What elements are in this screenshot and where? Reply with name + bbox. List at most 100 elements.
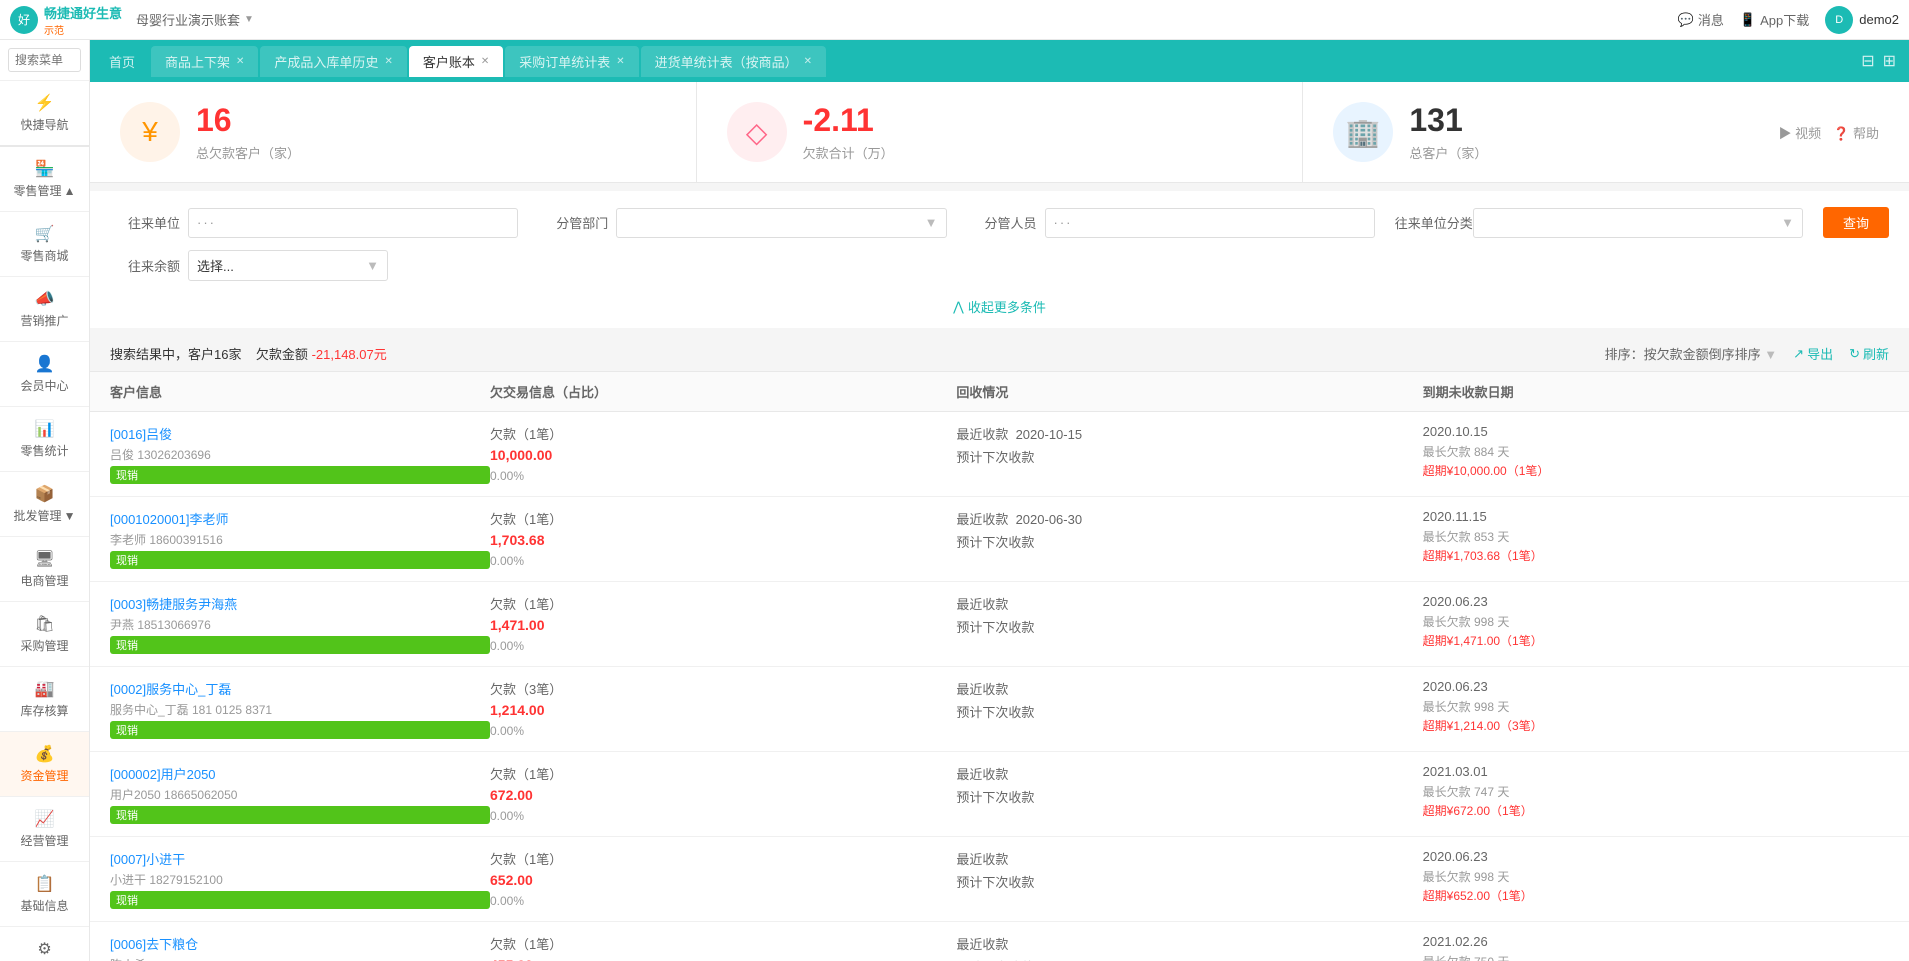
- customer-info-3: [0002]服务中心_丁磊 服务中心_丁磊 181 0125 8371 现销: [110, 679, 490, 739]
- collapse-row: ⋀ 收起更多条件: [110, 293, 1889, 320]
- sidebar-item-member[interactable]: 👤 会员中心: [0, 342, 89, 407]
- customer-name-link[interactable]: [0007]小进干: [110, 849, 490, 868]
- quick-nav-icon: ⚡: [35, 93, 55, 113]
- maximize-icon[interactable]: ⊞: [1883, 51, 1896, 71]
- table-row: [0006]去下粮仓 陈小希 现销 欠款（1笔） 455.90 0.00% 最近…: [90, 922, 1909, 961]
- sidebar-item-ops[interactable]: 📈 经营管理: [0, 797, 89, 862]
- debt-info-5: 欠款（1笔） 652.00 0.00%: [490, 849, 956, 908]
- sidebar-item-purchase[interactable]: 🛍 采购管理: [0, 602, 89, 667]
- data-table: 客户信息 欠交易信息（占比） 回收情况 到期未收款日期 [0016]吕俊 吕俊 …: [90, 372, 1909, 961]
- recover-info-2: 最近收款 预计下次收款: [956, 594, 1422, 636]
- customer-name-link[interactable]: [000002]用户2050: [110, 764, 490, 783]
- store-select[interactable]: 母婴行业演示账套 ▼: [136, 10, 254, 29]
- minimize-icon[interactable]: ⊟: [1861, 51, 1874, 71]
- table-row: [0002]服务中心_丁磊 服务中心_丁磊 181 0125 8371 现销 欠…: [90, 667, 1909, 752]
- tab-purchase-summary[interactable]: 采购订单统计表 ✕: [505, 46, 638, 77]
- debt-info-2: 欠款（1笔） 1,471.00 0.00%: [490, 594, 956, 653]
- table-row: [0016]吕俊 吕俊 13026203696 现销 欠款（1笔） 10,000…: [90, 412, 1909, 497]
- logo-area: 好 畅捷通好生意 示范 母婴行业演示账套 ▼: [10, 3, 254, 37]
- sort-dropdown[interactable]: ▼: [1764, 347, 1777, 362]
- recover-info-0: 最近收款 2020-10-15 预计下次收款: [956, 424, 1422, 466]
- stat-icon-debt-total: ◇: [727, 102, 787, 162]
- due-date-info-3: 2020.06.23 最长欠款 998 天 超期¥1,214.00（3笔）: [1423, 679, 1889, 734]
- customer-name-link[interactable]: [0016]吕俊: [110, 424, 490, 443]
- results-info: 搜索结果中，客户16家 欠款金额 -21,148.07元: [110, 344, 387, 363]
- app-download-btn[interactable]: 📱 App下载: [1740, 10, 1809, 29]
- stat-info-total-customers: 131 总客户（家）: [1409, 102, 1487, 162]
- balance-select[interactable]: 选择... ▼: [188, 250, 388, 281]
- tab-close-incoming-summary[interactable]: ✕: [804, 56, 812, 67]
- search-button[interactable]: 查询: [1823, 207, 1889, 238]
- debt-info-1: 欠款（1笔） 1,703.68 0.00%: [490, 509, 956, 568]
- table-row: [0001020001]李老师 李老师 18600391516 现销 欠款（1笔…: [90, 497, 1909, 582]
- tab-close-product-offsale[interactable]: ✕: [236, 56, 244, 67]
- recover-info-5: 最近收款 预计下次收款: [956, 849, 1422, 891]
- sidebar-search-input[interactable]: [8, 48, 81, 72]
- sidebar-item-marketing[interactable]: 📣 营销推广: [0, 277, 89, 342]
- video-btn[interactable]: ▶ 视频: [1779, 123, 1822, 142]
- stat-icon-debt-customers: ¥: [120, 102, 180, 162]
- filter-balance: 往来余额 选择... ▼: [110, 250, 1889, 281]
- recover-info-6: 最近收款 预计下次收款: [956, 934, 1422, 961]
- customer-name-link[interactable]: [0003]畅捷服务尹海燕: [110, 594, 490, 613]
- stat-card-debt-total: ◇ -2.11 欠款合计（万）: [697, 82, 1304, 182]
- sidebar-item-retail-mgmt[interactable]: 🏪 零售管理 ▲: [0, 147, 89, 212]
- client-input[interactable]: ···: [188, 208, 518, 238]
- stat-card-total-customers: 🏢 131 总客户（家） ▶ 视频 ❓ 帮助: [1303, 82, 1909, 182]
- tab-incoming-summary[interactable]: 进货单统计表（按商品） ✕: [641, 46, 826, 77]
- stat-card-debt-customers: ¥ 16 总欠款客户（家）: [90, 82, 697, 182]
- main-content: ¥ 16 总欠款客户（家） ◇ -2.11 欠款合计（万）: [90, 82, 1909, 961]
- logo-text: 畅捷通好生意 示范: [44, 3, 122, 37]
- sidebar-item-warehouse[interactable]: 🏭 库存核算: [0, 667, 89, 732]
- customer-name-link[interactable]: [0002]服务中心_丁磊: [110, 679, 490, 698]
- export-button[interactable]: ↗ 导出: [1793, 344, 1833, 363]
- due-date-info-4: 2021.03.01 最长欠款 747 天 超期¥672.00（1笔）: [1423, 764, 1889, 819]
- help-btn[interactable]: ❓ 帮助: [1833, 123, 1879, 142]
- filter-area: 往来单位 ··· 分管部门 ▼: [90, 191, 1909, 328]
- refresh-button[interactable]: ↻ 刷新: [1849, 344, 1889, 363]
- collapse-button[interactable]: ⋀ 收起更多条件: [953, 297, 1046, 316]
- tab-close-customer-account[interactable]: ✕: [481, 56, 489, 67]
- tab-customer-account[interactable]: 客户账本 ✕: [409, 46, 503, 77]
- top-right: 💬 消息 📱 App下载 D demo2: [1678, 6, 1899, 34]
- table-row: [0003]畅捷服务尹海燕 尹燕 18513066976 现销 欠款（1笔） 1…: [90, 582, 1909, 667]
- customer-name-link[interactable]: [0001020001]李老师: [110, 509, 490, 528]
- tab-product-offsale[interactable]: 商品上下架 ✕: [151, 46, 258, 77]
- sidebar: ⚡ 快捷导航 🏪 零售管理 ▲ 🛒 零售商城 📣 营销推广 👤 会员中心: [0, 40, 90, 961]
- top-bar: 好 畅捷通好生意 示范 母婴行业演示账套 ▼ 💬 消息 📱 App下载 D de…: [0, 0, 1909, 40]
- logo-icon: 好: [10, 6, 38, 34]
- stat-actions: ▶ 视频 ❓ 帮助: [1779, 123, 1879, 142]
- sidebar-item-sys[interactable]: ⚙ 系统管理: [0, 927, 89, 961]
- stat-info-debt-customers: 16 总欠款客户（家）: [196, 102, 300, 162]
- message-btn[interactable]: 💬 消息: [1678, 10, 1724, 29]
- tab-production-history[interactable]: 产成品入库单历史 ✕: [260, 46, 406, 77]
- debt-info-4: 欠款（1笔） 672.00 0.00%: [490, 764, 956, 823]
- recover-info-1: 最近收款 2020-06-30 预计下次收款: [956, 509, 1422, 551]
- recover-info-4: 最近收款 预计下次收款: [956, 764, 1422, 806]
- tab-bar: 首页 商品上下架 ✕ 产成品入库单历史 ✕ 客户账本 ✕ 采购订单统计表 ✕: [90, 40, 1909, 82]
- manager-input[interactable]: ···: [1045, 208, 1375, 238]
- debt-info-6: 欠款（1笔） 455.90 0.00%: [490, 934, 956, 961]
- customer-info-1: [0001020001]李老师 李老师 18600391516 现销: [110, 509, 490, 569]
- tab-home[interactable]: 首页: [95, 46, 149, 77]
- filter-client-category: 往来单位分类 ▼: [1395, 208, 1803, 238]
- sidebar-item-basic-info[interactable]: 📋 基础信息: [0, 862, 89, 927]
- client-category-select[interactable]: ▼: [1473, 208, 1803, 238]
- sidebar-item-quick-nav[interactable]: ⚡ 快捷导航: [0, 81, 89, 147]
- dept-select[interactable]: ▼: [616, 208, 946, 238]
- due-date-info-5: 2020.06.23 最长欠款 998 天 超期¥652.00（1笔）: [1423, 849, 1889, 904]
- user-area[interactable]: D demo2: [1825, 6, 1899, 34]
- filter-manager: 分管人员 ···: [967, 208, 1375, 238]
- recover-info-3: 最近收款 预计下次收款: [956, 679, 1422, 721]
- tab-close-production-history[interactable]: ✕: [384, 56, 392, 67]
- sidebar-item-retail-stats[interactable]: 📊 零售统计: [0, 407, 89, 472]
- sidebar-item-retail-shop[interactable]: 🛒 零售商城: [0, 212, 89, 277]
- tab-close-purchase-summary[interactable]: ✕: [616, 56, 624, 67]
- customer-name-link[interactable]: [0006]去下粮仓: [110, 934, 490, 953]
- sidebar-search-area: [0, 40, 89, 81]
- sidebar-item-batch-mgmt[interactable]: 📦 批发管理 ▼: [0, 472, 89, 537]
- sidebar-item-fund-mgmt[interactable]: 💰 资金管理: [0, 732, 89, 797]
- sidebar-item-ecom[interactable]: 🖥 电商管理: [0, 537, 89, 602]
- table-header: 客户信息 欠交易信息（占比） 回收情况 到期未收款日期: [90, 372, 1909, 412]
- table-row: [000002]用户2050 用户2050 18665062050 现销 欠款（…: [90, 752, 1909, 837]
